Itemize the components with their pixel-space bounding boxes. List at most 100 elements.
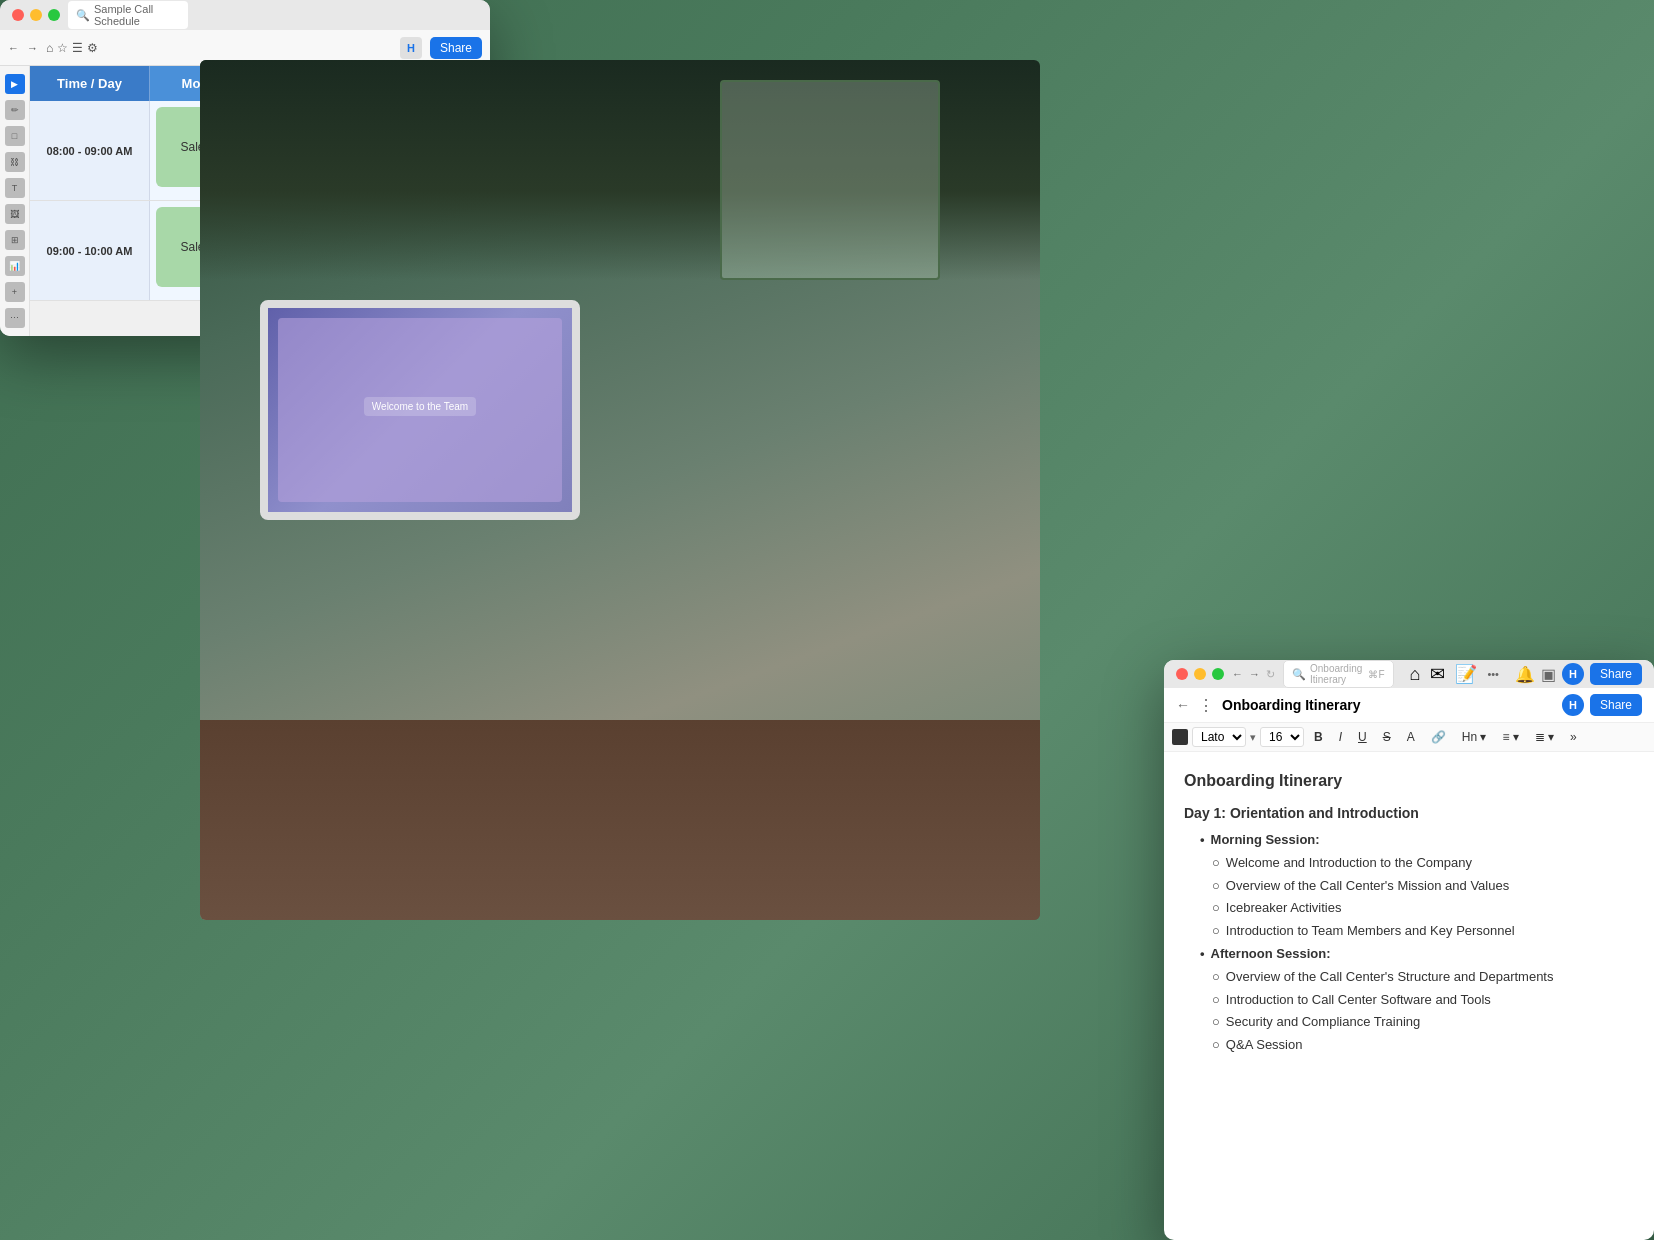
afternoon-items: Overview of the Call Center's Structure … (1184, 967, 1634, 1056)
chart-icon[interactable]: 📊 (5, 256, 25, 276)
add-icon[interactable]: + (5, 282, 25, 302)
more-formatting-button[interactable]: » (1564, 728, 1583, 746)
notes-search-bar[interactable]: 🔍 Onboarding Itinerary ⌘F (1283, 660, 1394, 688)
note-user-avatar: H (1562, 694, 1584, 716)
link-button[interactable]: 🔗 (1425, 728, 1452, 746)
heading-button[interactable]: Hn ▾ (1456, 728, 1493, 746)
notes-app-icon[interactable]: 📝 (1455, 663, 1477, 685)
time-slot-2: 09:00 - 10:00 AM (30, 201, 150, 300)
afternoon-item-1: Overview of the Call Center's Structure … (1212, 967, 1634, 988)
morning-item-2: Overview of the Call Center's Mission an… (1212, 876, 1634, 897)
image-icon[interactable]: 🖼 (5, 204, 25, 224)
header-time: Time / Day (30, 66, 150, 101)
notes-body: Onboarding Itinerary Day 1: Orientation … (1164, 752, 1654, 1152)
background-scene: Welcome to the Team (200, 60, 1040, 920)
morning-item-3: Icebreaker Activities (1212, 898, 1634, 919)
minimize-button[interactable] (30, 9, 42, 21)
morning-heading: Morning Session: (1200, 830, 1634, 851)
notes-maximize-button[interactable] (1212, 668, 1224, 680)
star-icon[interactable]: ☆ (57, 41, 68, 55)
font-select[interactable]: Lato (1192, 727, 1246, 747)
search-shortcut: ⌘F (1368, 669, 1384, 680)
notes-nav-back[interactable]: ← (1176, 697, 1190, 713)
home-app-icon[interactable]: ⌂ (1410, 664, 1421, 685)
notes-header-actions: 🔔 ▣ H Share (1515, 663, 1642, 685)
afternoon-heading: Afternoon Session: (1200, 944, 1634, 965)
back-icon[interactable]: ← (8, 42, 19, 54)
bold-button[interactable]: B (1308, 728, 1329, 746)
more-app-icon[interactable]: ••• (1487, 668, 1499, 680)
sidebar-toggle-icon[interactable]: ▣ (1541, 665, 1556, 684)
notes-reload-icon[interactable]: ↻ (1266, 668, 1275, 681)
notes-titlebar-actions: ← → ↻ (1232, 668, 1275, 681)
desk-surface (200, 720, 1040, 920)
search-bar-schedule[interactable]: 🔍 Sample Call Schedule (68, 1, 188, 29)
document-title: Onboarding Itinerary (1222, 697, 1554, 713)
link-icon[interactable]: ⛓ (5, 152, 25, 172)
toolbar-actions: ⌂ ☆ ☰ ⚙ (46, 41, 392, 55)
app-icons: ⌂ ✉ 📝 ••• (1402, 663, 1507, 685)
pencil-icon[interactable]: ✏ (5, 100, 25, 120)
maximize-button[interactable] (48, 9, 60, 21)
titlebar-schedule: 🔍 Sample Call Schedule (0, 0, 490, 30)
search-icon: 🔍 (76, 9, 90, 22)
day1-heading: Day 1: Orientation and Introduction (1184, 802, 1634, 824)
window-notes: ← → ↻ 🔍 Onboarding Itinerary ⌘F ⌂ ✉ 📝 ••… (1164, 660, 1654, 1240)
notes-back-icon[interactable]: ← (1232, 668, 1243, 680)
notes-traffic-lights (1176, 668, 1224, 680)
morning-items: Welcome and Introduction to the Company … (1184, 853, 1634, 942)
notes-toolbar: Lato ▾ 16 B I U S A 🔗 Hn ▾ ≡ ▾ ≣ ▾ » (1164, 723, 1654, 752)
user-initial: H (400, 37, 422, 59)
notes-minimize-button[interactable] (1194, 668, 1206, 680)
titlebar-notes: ← → ↻ 🔍 Onboarding Itinerary ⌘F ⌂ ✉ 📝 ••… (1164, 660, 1654, 688)
note-share-button[interactable]: Share (1590, 694, 1642, 716)
search-label: Sample Call Schedule (94, 3, 180, 27)
morning-item-1: Welcome and Introduction to the Company (1212, 853, 1634, 874)
notes-search-icon: 🔍 (1292, 668, 1306, 681)
close-button[interactable] (12, 9, 24, 21)
text-icon[interactable]: T (5, 178, 25, 198)
italic-button[interactable]: I (1333, 728, 1348, 746)
note-options-icon[interactable]: ⋮ (1198, 696, 1214, 715)
underline-button[interactable]: U (1352, 728, 1373, 746)
list-icon[interactable]: ☰ (72, 41, 83, 55)
forward-icon: → (27, 42, 38, 54)
bell-icon[interactable]: 🔔 (1515, 665, 1535, 684)
monitor-content: Welcome to the Team (278, 318, 562, 502)
note-title-actions: H Share (1562, 694, 1642, 716)
share-button-notes[interactable]: Share (1590, 663, 1642, 685)
notes-close-button[interactable] (1176, 668, 1188, 680)
cursor-icon[interactable]: ▶ (5, 74, 25, 94)
monitor-label: Welcome to the Team (364, 397, 476, 416)
align-button[interactable]: ≡ ▾ (1496, 728, 1524, 746)
color-swatch[interactable] (1172, 729, 1188, 745)
note-main-title: Onboarding Itinerary (1184, 768, 1634, 794)
share-button-schedule[interactable]: Share (430, 37, 482, 59)
time-slot-1: 08:00 - 09:00 AM (30, 101, 150, 200)
afternoon-item-2: Introduction to Call Center Software and… (1212, 990, 1634, 1011)
settings-icon[interactable]: ⚙ (87, 41, 98, 55)
strikethrough-button[interactable]: S (1377, 728, 1397, 746)
morning-section: Morning Session: (1184, 830, 1634, 851)
office-window (720, 80, 940, 280)
chevron-font-icon: ▾ (1250, 731, 1256, 744)
notes-search-label: Onboarding Itinerary (1310, 663, 1364, 685)
left-toolbar: ▶ ✏ □ ⛓ T 🖼 ⊞ 📊 + ⋯ (0, 66, 30, 336)
afternoon-section: Afternoon Session: (1184, 944, 1634, 965)
mail-app-icon[interactable]: ✉ (1430, 663, 1445, 685)
more-tools-icon[interactable]: ⋯ (5, 308, 25, 328)
note-title-bar: ← ⋮ Onboarding Itinerary H Share (1164, 688, 1654, 723)
size-select[interactable]: 16 (1260, 727, 1304, 747)
shapes-icon[interactable]: □ (5, 126, 25, 146)
home-icon[interactable]: ⌂ (46, 41, 53, 55)
table-icon[interactable]: ⊞ (5, 230, 25, 250)
morning-item-4: Introduction to Team Members and Key Per… (1212, 921, 1634, 942)
afternoon-item-3: Security and Compliance Training (1212, 1012, 1634, 1033)
traffic-lights (12, 9, 60, 21)
user-avatar: H (1562, 663, 1584, 685)
notes-forward-icon[interactable]: → (1249, 668, 1260, 680)
afternoon-item-4: Q&A Session (1212, 1035, 1634, 1056)
monitor-screen: Welcome to the Team (260, 300, 580, 520)
list-button[interactable]: ≣ ▾ (1529, 728, 1560, 746)
highlight-button[interactable]: A (1401, 728, 1421, 746)
